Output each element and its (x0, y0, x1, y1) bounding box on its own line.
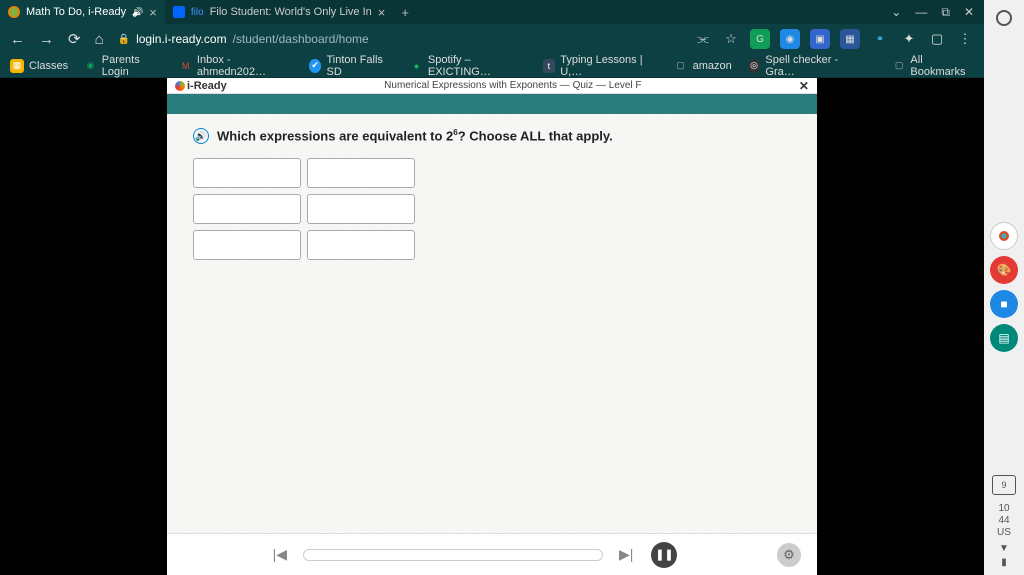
ext-icon[interactable]: G (750, 29, 770, 49)
next-button[interactable]: ▶| (619, 546, 633, 563)
tab-iready[interactable]: Math To Do, i-Ready × (0, 0, 165, 24)
locale: US (997, 527, 1011, 539)
filo-favicon (173, 6, 185, 18)
back-button[interactable]: ← (10, 31, 25, 48)
iready-app: i-Ready Numerical Expressions with Expon… (167, 78, 817, 575)
bookmark-amazon[interactable]: ▢amazon (674, 59, 732, 73)
ext-icon[interactable]: ⚭ (870, 29, 890, 49)
close-window-icon[interactable]: ✕ (964, 5, 974, 20)
choice-3[interactable]: 2 · 6 (193, 194, 301, 224)
choice-4[interactable]: 4 · 16 (307, 194, 415, 224)
close-tab-icon[interactable]: × (378, 5, 386, 20)
reload-button[interactable]: ⟳ (68, 30, 81, 48)
tab-title: Math To Do, i-Ready (26, 6, 126, 18)
palette-icon[interactable]: 🎨 (990, 256, 1018, 284)
forward-button[interactable]: → (39, 31, 54, 48)
bookmark-spotify[interactable]: ●Spotify – EXICTING… (410, 54, 526, 78)
share-icon[interactable]: ⫘ (694, 30, 712, 48)
choice-1[interactable]: 6 · 6 · 6 · 6 · 6 · 6 (193, 158, 301, 188)
star-icon[interactable]: ☆ (722, 30, 740, 48)
choice-2[interactable]: 2 · 2 · 2 · 2 · 2 · 2 (307, 158, 415, 188)
answer-choices: 6 · 6 · 6 · 6 · 6 · 6 2 · 2 · 2 · 2 · 2 … (193, 158, 791, 260)
lesson-title: Numerical Expressions with Exponents — Q… (384, 80, 641, 91)
page-viewport: i-Ready Numerical Expressions with Expon… (0, 78, 984, 575)
system-tray: 🎨 ■ ▤ 9 10 44 US ▼ ▮ (984, 0, 1024, 575)
audio-play-icon[interactable]: 🔊 (193, 128, 209, 144)
question-text: Which expressions are equivalent to 26? … (217, 128, 613, 143)
bookmarks-bar: ▦Classes ◉Parents Login MInbox - ahmedn2… (0, 54, 984, 78)
tab-filo[interactable]: filo Filo Student: World's Only Live In … (165, 0, 393, 24)
clock-line2: 44 (998, 515, 1009, 527)
lesson-footer: |◀ ▶| ❚❚ ⚙ (167, 533, 817, 575)
iready-logo: i-Ready (175, 80, 227, 92)
tab-brand: filo (191, 7, 204, 18)
progress-bar[interactable] (303, 549, 603, 561)
url-path: /student/dashboard/home (233, 32, 369, 46)
status-circle-icon[interactable] (996, 10, 1012, 26)
url-domain: login.i-ready.com (136, 32, 226, 46)
ext-icon[interactable]: ▣ (810, 29, 830, 49)
minimize-icon[interactable]: — (915, 5, 927, 20)
question-area: 🔊 Which expressions are equivalent to 26… (167, 114, 817, 533)
panel-icon[interactable]: ▢ (928, 30, 946, 48)
tab-title: Filo Student: World's Only Live In (210, 6, 372, 18)
news-icon[interactable]: ▤ (990, 324, 1018, 352)
ext-icon[interactable]: ▦ (840, 29, 860, 49)
settings-icon[interactable]: ⚙ (777, 543, 801, 567)
bookmark-spell-checker[interactable]: ◎Spell checker - Gra… (748, 54, 861, 78)
close-lesson-icon[interactable]: ✕ (799, 79, 809, 93)
address-bar: ← → ⟳ ⌂ 🔒 login.i-ready.com/student/dash… (0, 24, 984, 54)
count-badge[interactable]: 9 (992, 475, 1016, 495)
menu-icon[interactable]: ⋮ (956, 30, 974, 48)
bookmark-parents-login[interactable]: ◉Parents Login (84, 54, 163, 78)
bookmark-inbox[interactable]: MInbox - ahmedn202… (179, 54, 293, 78)
chrome-icon[interactable] (990, 222, 1018, 250)
camera-icon[interactable]: ■ (990, 290, 1018, 318)
window-dropdown-icon[interactable]: ⌄ (891, 5, 901, 20)
bookmark-typing[interactable]: tTyping Lessons | U,… (543, 54, 658, 78)
header-bar (167, 94, 817, 114)
prev-button[interactable]: |◀ (273, 546, 287, 563)
iready-favicon (8, 6, 20, 18)
pause-button[interactable]: ❚❚ (651, 542, 677, 568)
app-header: i-Ready Numerical Expressions with Expon… (167, 78, 817, 94)
url-field[interactable]: 🔒 login.i-ready.com/student/dashboard/ho… (118, 32, 680, 46)
home-button[interactable]: ⌂ (95, 31, 104, 48)
lock-icon: 🔒 (118, 34, 130, 45)
ext-icon[interactable]: ◉ (780, 29, 800, 49)
maximize-icon[interactable]: ⧉ (941, 5, 950, 20)
wifi-icon[interactable]: ▼ (999, 543, 1009, 555)
tab-strip: Math To Do, i-Ready × filo Filo Student:… (0, 0, 984, 24)
close-tab-icon[interactable]: × (149, 5, 157, 20)
clock-line1: 10 (998, 503, 1009, 515)
battery-icon[interactable]: ▮ (1001, 557, 1007, 569)
extensions-icon[interactable]: ✦ (900, 30, 918, 48)
audio-icon[interactable] (132, 6, 143, 18)
bookmark-classes[interactable]: ▦Classes (10, 59, 68, 73)
choice-6[interactable]: 8 · 8 (307, 230, 415, 260)
new-tab-button[interactable]: + (401, 5, 409, 20)
all-bookmarks[interactable]: ▢All Bookmarks (893, 54, 974, 78)
choice-5[interactable]: 12 · 12 (193, 230, 301, 260)
bookmark-tinton-falls[interactable]: ✔Tinton Falls SD (309, 54, 394, 78)
